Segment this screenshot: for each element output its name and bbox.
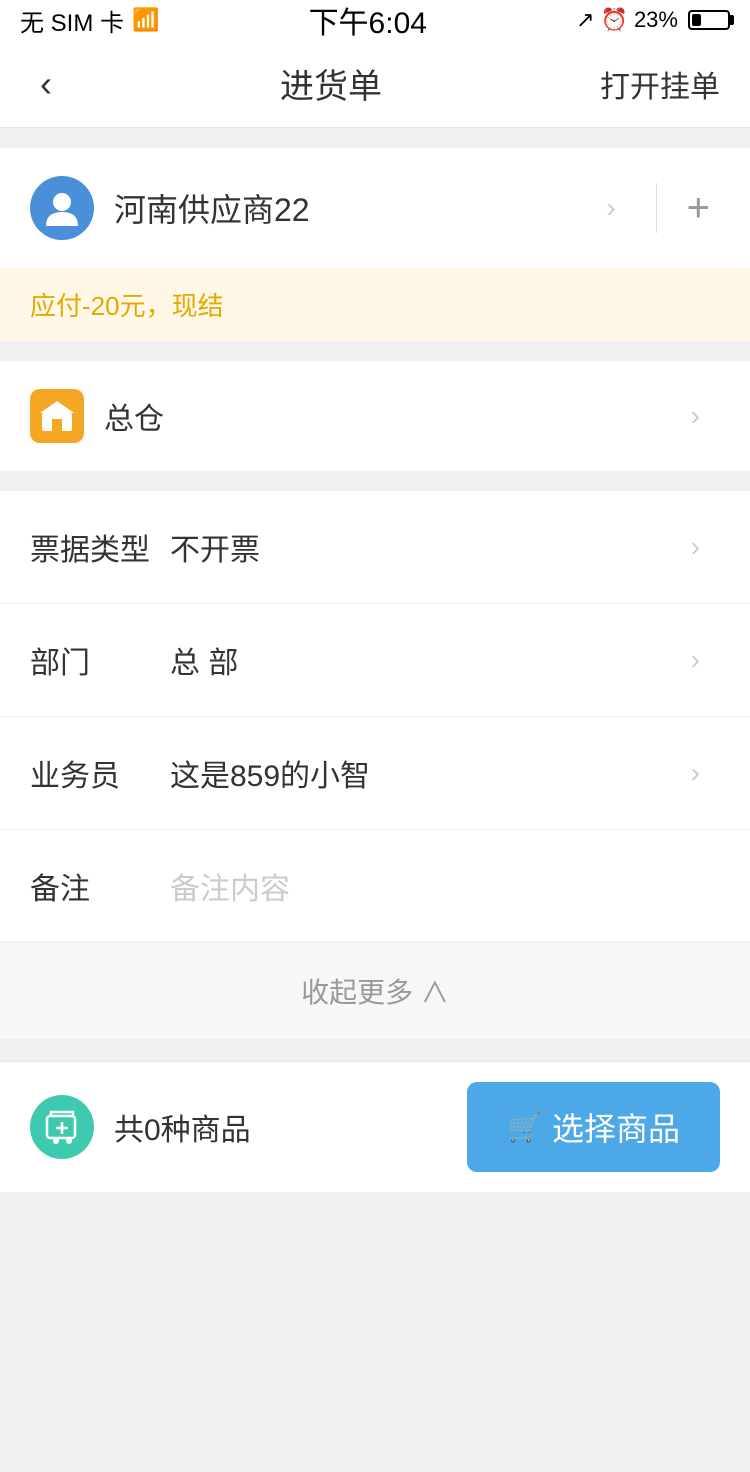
staff-row[interactable]: 业务员 这是859的小智 › [0,717,750,830]
gap-2 [0,341,750,361]
ticket-type-value: 不开票 [170,525,691,569]
select-product-label: 选择商品 [552,1104,680,1150]
gap-4 [0,1039,750,1059]
staff-value: 这是859的小智 [170,751,691,795]
select-icon: 🛒 [507,1111,542,1144]
supplier-name: 河南供应商22 [114,185,606,231]
user-icon [42,188,82,228]
ticket-type-row[interactable]: 票据类型 不开票 › [0,491,750,604]
alarm-icon: ⏰ [601,7,628,33]
bottom-bar: 共0种商品 🛒 选择商品 [0,1061,750,1192]
supplier-row[interactable]: 河南供应商22 › + [0,148,750,268]
notice-bar: 应付-20元，现结 [0,268,750,341]
warehouse-name: 总仓 [104,394,691,438]
gap-1 [0,128,750,148]
supplier-section: 河南供应商22 › + 应付-20元，现结 [0,148,750,341]
cart-icon [43,1108,81,1146]
select-product-button[interactable]: 🛒 选择商品 [467,1082,720,1172]
dept-label: 部门 [30,638,170,682]
back-button[interactable]: ‹ [30,53,62,115]
nav-bar: ‹ 进货单 打开挂单 [0,40,750,128]
product-icon-wrap [30,1095,94,1159]
dept-row[interactable]: 部门 总 部 › [0,604,750,717]
page-bottom [0,1192,750,1472]
product-count: 共0种商品 [114,1105,467,1149]
dept-value: 总 部 [170,638,691,682]
open-pending-button[interactable]: 打开挂单 [600,62,720,106]
warehouse-icon [40,399,74,433]
wifi-icon: 📶 [132,7,159,33]
chevron-right-icon: › [691,757,700,789]
note-row[interactable]: 备注 备注内容 [0,830,750,942]
form-section: 票据类型 不开票 › 部门 总 部 › 业务员 这是859的小智 › 备注 备注… [0,491,750,942]
collapse-button[interactable]: 收起更多 ∧ [0,942,750,1039]
location-icon: ↗ [576,7,594,33]
gap-3 [0,471,750,491]
note-input[interactable]: 备注内容 [170,864,720,908]
battery-icon [688,10,730,30]
battery-percent: 23% [634,7,678,33]
status-carrier: 无 SIM 卡 📶 [20,3,159,38]
warehouse-row[interactable]: 总仓 › [0,361,750,471]
note-label: 备注 [30,864,170,908]
status-right: ↗ ⏰ 23% [576,7,730,33]
status-bar: 无 SIM 卡 📶 下午6:04 ↗ ⏰ 23% [0,0,750,40]
chevron-right-icon: › [691,400,700,432]
divider [656,183,657,233]
status-time: 下午6:04 [309,0,427,42]
add-supplier-button[interactable]: + [677,186,720,231]
avatar [30,176,94,240]
ticket-type-label: 票据类型 [30,525,170,569]
warehouse-section: 总仓 › [0,361,750,471]
chevron-right-icon: › [691,644,700,676]
chevron-right-icon: › [691,531,700,563]
page-title: 进货单 [280,59,382,108]
warehouse-icon-wrap [30,389,84,443]
chevron-right-icon: › [606,192,615,224]
staff-label: 业务员 [30,751,170,795]
